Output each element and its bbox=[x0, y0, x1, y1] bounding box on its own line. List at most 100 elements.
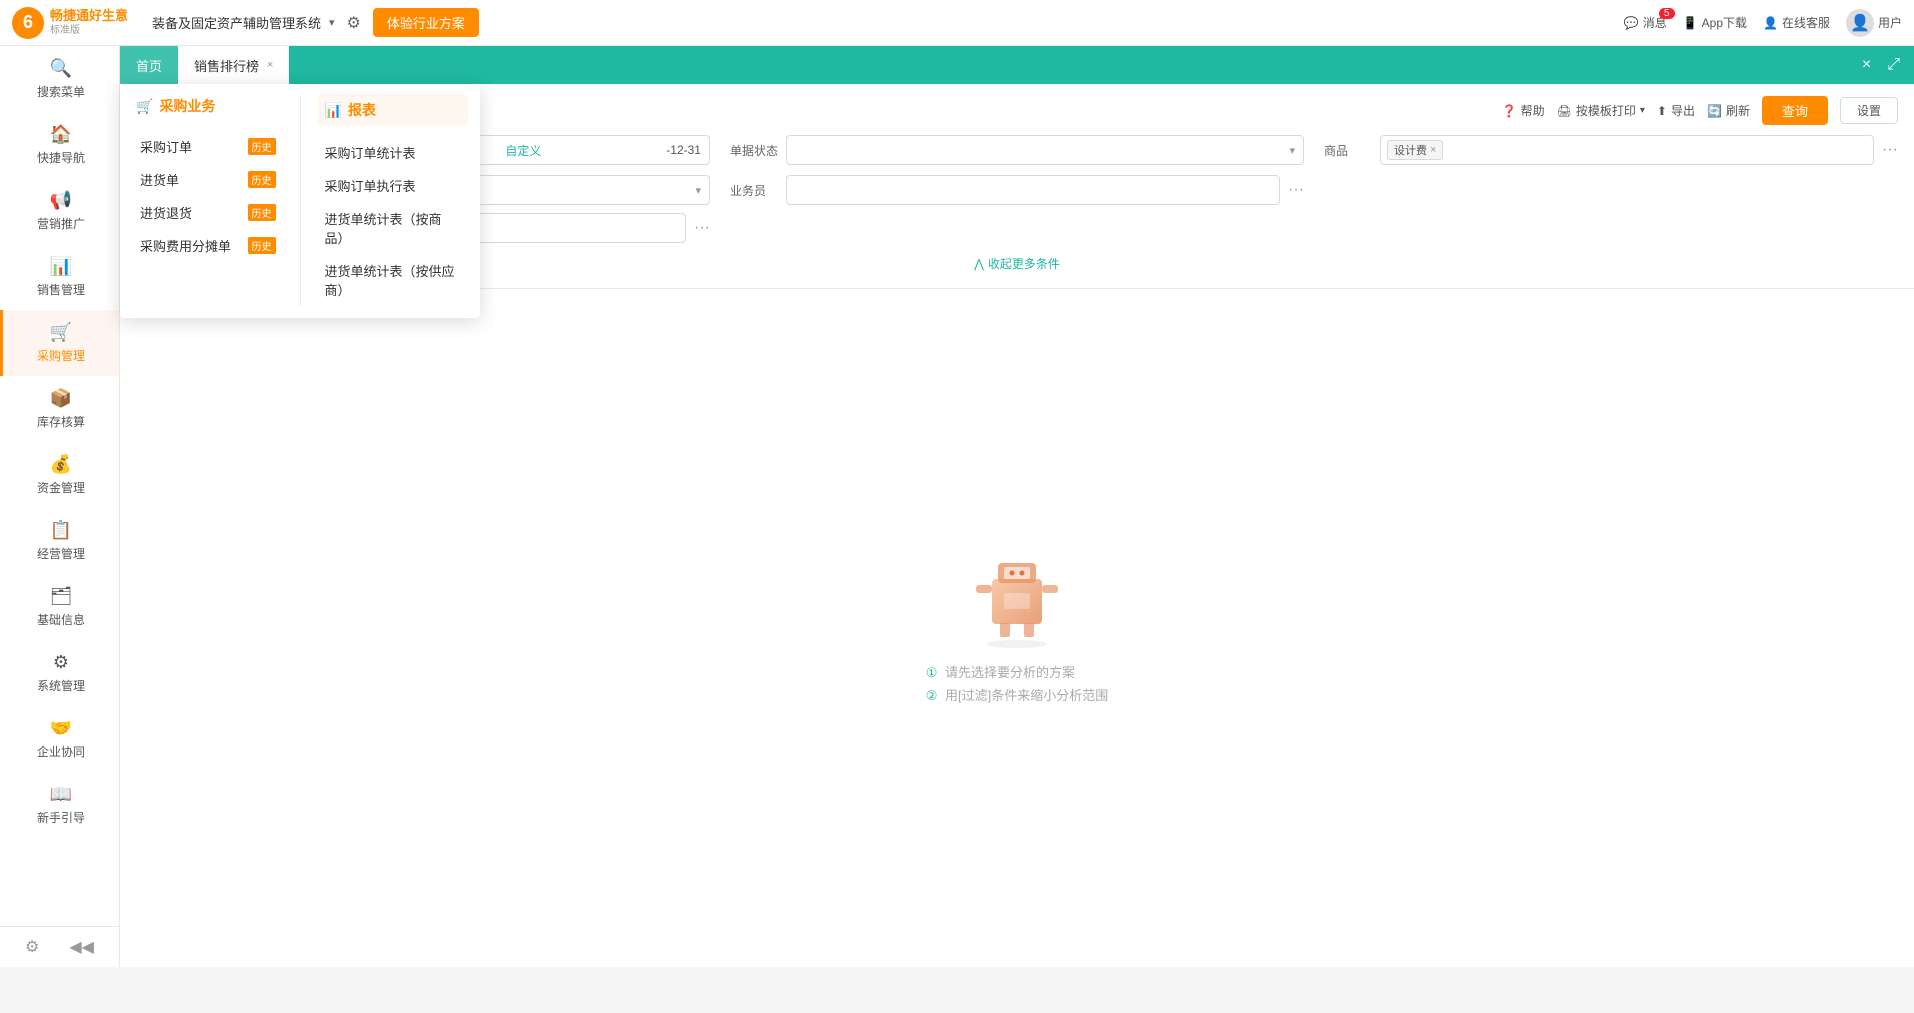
phone-icon: 📱 bbox=[1683, 16, 1698, 30]
tab-close-icon[interactable]: × bbox=[267, 59, 273, 71]
goods-select[interactable]: 设计费 × bbox=[1380, 135, 1874, 165]
voucher-status-label: 单据状态 bbox=[730, 142, 778, 159]
logo-version: 标准版 bbox=[50, 24, 128, 37]
goods-tag-design: 设计费 × bbox=[1387, 140, 1443, 160]
dropdown-item-expense[interactable]: 采购费用分摊单 历史 bbox=[136, 229, 280, 262]
salesperson-label: 业务员 bbox=[730, 182, 778, 199]
dropdown-item-report-order-stat[interactable]: 采购订单统计表 bbox=[321, 136, 465, 169]
tab-expand-btn[interactable]: ⤢ bbox=[1881, 54, 1906, 76]
dropdown-col-report: 📊 报表 采购订单统计表 采购订单执行表 进货单统计表（按商品） 进货单统计表（… bbox=[305, 96, 481, 306]
sidebar-item-label: 资金管理 bbox=[37, 479, 85, 496]
sidebar-item-system[interactable]: ⚙ 系统管理 bbox=[0, 640, 119, 706]
help-label: 帮助 bbox=[1521, 102, 1545, 119]
export-icon: ⬆ bbox=[1657, 104, 1667, 118]
sidebar-item-label: 营销推广 bbox=[37, 215, 85, 232]
refresh-label: 刷新 bbox=[1726, 102, 1750, 119]
tab-close-btn[interactable]: × bbox=[1856, 54, 1877, 76]
setting-button[interactable]: 设置 bbox=[1840, 97, 1898, 124]
sidebar-item-label: 新手引导 bbox=[37, 809, 85, 826]
sidebar-collapse-btn[interactable]: ◀◀ bbox=[69, 937, 94, 957]
filter-voucher-status: 单据状态 ▾ bbox=[730, 135, 1304, 165]
dropdown-right-title: 📊 报表 bbox=[317, 94, 469, 126]
query-button[interactable]: 查询 bbox=[1762, 96, 1828, 125]
sales-icon: 📊 bbox=[50, 256, 72, 277]
main-content: ① 请先选择要分析的方案 ② 用[过滤]条件来缩小分析范围 bbox=[120, 289, 1914, 967]
sidebar-item-label: 基础信息 bbox=[37, 611, 85, 628]
sidebar-item-cooperation[interactable]: 🤝 企业协同 bbox=[0, 706, 119, 772]
sidebar-item-label: 库存核算 bbox=[37, 413, 85, 430]
refresh-action[interactable]: 🔄 刷新 bbox=[1707, 102, 1750, 119]
print-action[interactable]: 🖨 按模板打印 ▾ bbox=[1557, 102, 1645, 119]
sidebar-item-quick-nav[interactable]: 🏠 快捷导航 bbox=[0, 112, 119, 178]
app-download-action[interactable]: 📱 App下载 bbox=[1683, 14, 1747, 31]
salesperson-select[interactable] bbox=[786, 175, 1280, 205]
service-icon: 👤 bbox=[1763, 16, 1778, 30]
dropdown-item-report-incoming-goods[interactable]: 进货单统计表（按商品） bbox=[321, 202, 465, 254]
system-dropdown-arrow[interactable]: ▾ bbox=[329, 16, 335, 29]
tab-home-label: 首页 bbox=[136, 56, 162, 75]
collapse-up-icon: ⋀ bbox=[974, 257, 984, 271]
history-badge-0: 历史 bbox=[248, 138, 276, 155]
top-header: 6 畅捷通好生意 标准版 装备及固定资产辅助管理系统 ▾ ⚙ 体验行业方案 💬 … bbox=[0, 0, 1914, 46]
dropdown-left-title: 🛒 采购业务 bbox=[136, 96, 280, 120]
history-badge-1: 历史 bbox=[248, 171, 276, 188]
online-service-action[interactable]: 👤 在线客服 bbox=[1763, 14, 1830, 31]
industry-btn[interactable]: 体验行业方案 bbox=[373, 8, 479, 37]
dropdown-item-incoming[interactable]: 进货单 历史 bbox=[136, 163, 280, 196]
hint1-icon: ① bbox=[926, 665, 938, 680]
export-action[interactable]: ⬆ 导出 bbox=[1657, 102, 1695, 119]
empty-illustration bbox=[962, 549, 1072, 649]
sidebar-item-label: 搜索菜单 bbox=[37, 83, 85, 100]
header-right: 💬 消息 5 📱 App下载 👤 在线客服 👤 用户 bbox=[1624, 9, 1902, 37]
empty-text: ① 请先选择要分析的方案 ② 用[过滤]条件来缩小分析范围 bbox=[926, 661, 1109, 708]
sidebar-item-operations[interactable]: 📋 经营管理 bbox=[0, 508, 119, 574]
user-action[interactable]: 👤 用户 bbox=[1846, 9, 1902, 37]
salesperson-more-dots[interactable]: ··· bbox=[1288, 181, 1304, 199]
goods-tag-close[interactable]: × bbox=[1430, 144, 1436, 156]
empty-state: ① 请先选择要分析的方案 ② 用[过滤]条件来缩小分析范围 bbox=[926, 549, 1109, 708]
dropdown-item-return[interactable]: 进货退货 历史 bbox=[136, 196, 280, 229]
sidebar-item-basic-info[interactable]: 🗂 基础信息 bbox=[0, 574, 119, 640]
tabs-bar: 首页 销售排行榜 × × ⤢ bbox=[120, 46, 1914, 84]
sidebar-item-sales[interactable]: 📊 销售管理 bbox=[0, 244, 119, 310]
tab-sales-rank[interactable]: 销售排行榜 × bbox=[178, 46, 289, 84]
empty-hint2: ② 用[过滤]条件来缩小分析范围 bbox=[926, 684, 1109, 707]
empty-hint1: ① 请先选择要分析的方案 bbox=[926, 661, 1109, 684]
finance-icon: 💰 bbox=[50, 454, 72, 475]
logo-icon: 6 bbox=[12, 7, 44, 39]
dropdown-item-purchase-order[interactable]: 采购订单 历史 bbox=[136, 130, 280, 163]
sidebar-item-guide[interactable]: 📖 新手引导 bbox=[0, 772, 119, 838]
logo-text: 畅捷通好生意 标准版 bbox=[50, 8, 128, 38]
sidebar-item-search[interactable]: 🔍 搜索菜单 bbox=[0, 46, 119, 112]
purchase-business-icon: 🛒 bbox=[136, 98, 153, 115]
hint2-icon: ② bbox=[926, 688, 938, 703]
settings-icon[interactable]: ⚙ bbox=[343, 9, 365, 37]
dropdown-item-report-order-exec[interactable]: 采购订单执行表 bbox=[321, 169, 465, 202]
goods-more-dots[interactable]: ··· bbox=[1882, 141, 1898, 159]
date-custom[interactable]: 自定义 bbox=[505, 142, 541, 159]
sidebar-item-finance[interactable]: 💰 资金管理 bbox=[0, 442, 119, 508]
sidebar-item-inventory[interactable]: 📦 库存核算 bbox=[0, 376, 119, 442]
user-label: 用户 bbox=[1878, 14, 1902, 31]
sidebar-item-purchase[interactable]: 🛒 采购管理 bbox=[0, 310, 119, 376]
filter-salesperson: 业务员 ··· bbox=[730, 175, 1304, 205]
app-download-label: App下载 bbox=[1702, 14, 1747, 31]
guide-icon: 📖 bbox=[50, 784, 72, 805]
message-action[interactable]: 💬 消息 5 bbox=[1624, 14, 1667, 31]
sidebar-settings-btn[interactable]: ⚙ bbox=[25, 937, 39, 957]
sidebar-item-marketing[interactable]: 📢 营销推广 bbox=[0, 178, 119, 244]
voucher-status-select[interactable]: ▾ bbox=[786, 135, 1304, 165]
system-title[interactable]: 装备及固定资产辅助管理系统 bbox=[152, 13, 321, 32]
system-icon: ⚙ bbox=[53, 652, 69, 673]
marketing-icon: 📢 bbox=[50, 190, 72, 211]
print-dropdown-arrow[interactable]: ▾ bbox=[1640, 105, 1645, 116]
operations-icon: 📋 bbox=[50, 520, 72, 541]
help-action[interactable]: ❓ 帮助 bbox=[1502, 102, 1545, 119]
inventory-icon: 📦 bbox=[50, 388, 72, 409]
sidebar-item-label: 经营管理 bbox=[37, 545, 85, 562]
dropdown-item-report-incoming-supplier[interactable]: 进货单统计表（按供应商） bbox=[321, 254, 465, 306]
customer-more-dots[interactable]: ··· bbox=[694, 219, 710, 237]
tab-home[interactable]: 首页 bbox=[120, 46, 178, 84]
purchase-icon: 🛒 bbox=[50, 322, 72, 343]
voucher-status-dropdown: ▾ bbox=[1289, 144, 1295, 157]
